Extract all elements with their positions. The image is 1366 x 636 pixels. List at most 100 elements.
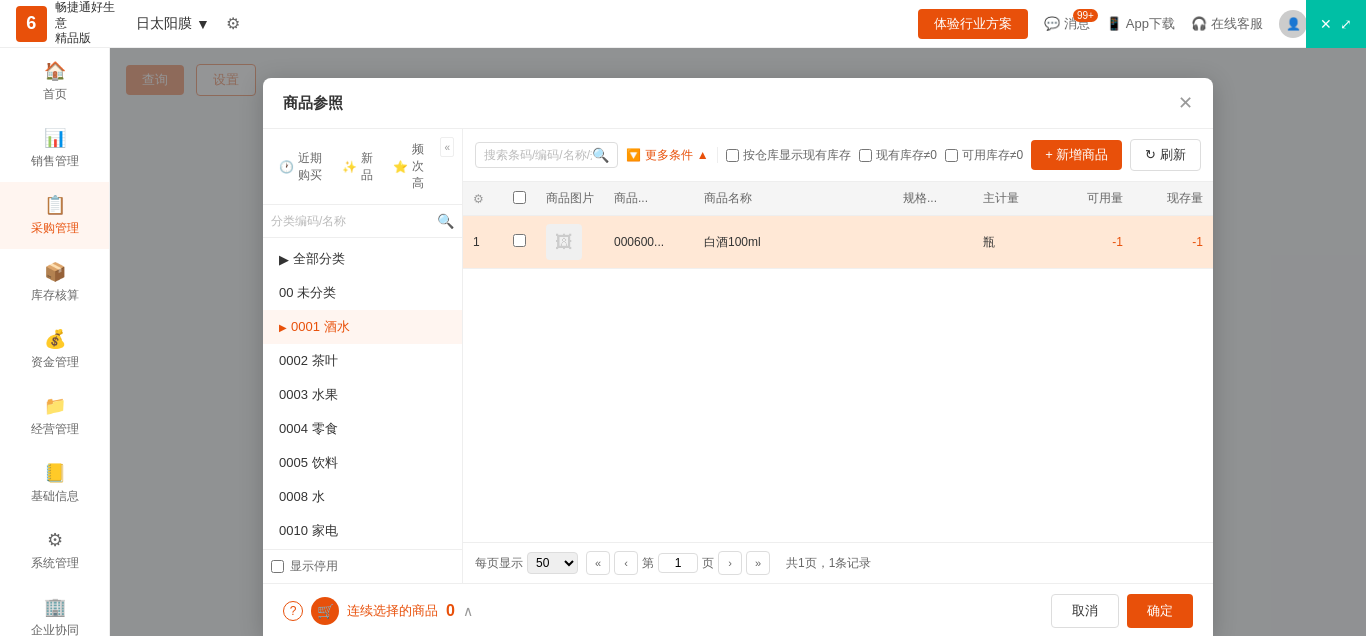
cart-icon[interactable]: 🛒 [311,597,339,625]
row-select-checkbox[interactable] [513,234,526,247]
page-nav: « ‹ 第 页 › » [586,551,770,575]
logo: 6 畅捷通好生意 精品版 [16,0,116,47]
available-stock-input[interactable] [945,149,958,162]
category-item-0002[interactable]: 0002 茶叶 [263,344,462,378]
tab-new[interactable]: ✨ 新品 [334,137,381,196]
category-list: ▶ 全部分类 00 未分类 ▶ 0001 酒水 0002 茶 [263,238,462,549]
store-selector[interactable]: 日太阳膜 ▼ [136,15,214,33]
sidebar-item-home[interactable]: 🏠 首页 [0,48,109,115]
inventory-icon: 📦 [44,261,66,283]
sidebar-label-finance: 资金管理 [31,354,79,371]
sidebar-item-sales[interactable]: 📊 销售管理 [0,115,109,182]
page-word: 第 [642,555,654,572]
online-service[interactable]: 🎧 在线客服 [1191,15,1263,33]
modal-header: 商品参照 ✕ [263,78,1213,129]
available-stock-checkbox[interactable]: 可用库存≠0 [945,147,1023,164]
product-lookup-modal: 商品参照 ✕ 🕐 近期购买 ✨ 新 [263,78,1213,636]
sidebar-item-basic-info[interactable]: 📒 基础信息 [0,450,109,517]
app-download[interactable]: 📱 App下载 [1106,15,1175,33]
th-available[interactable]: 可用量 [1053,182,1133,216]
warehouse-display-label: 按仓库显示现有库存 [743,147,851,164]
th-spec[interactable]: 规格... [893,182,973,216]
filter-label: 更多条件 [645,147,693,164]
tab-recent[interactable]: 🕐 近期购买 [271,137,330,196]
th-stock[interactable]: 现存量 [1133,182,1213,216]
last-page-btn[interactable]: » [746,551,770,575]
sidebar-item-enterprise[interactable]: 🏢 企业协同 [0,584,109,636]
sidebar-item-finance[interactable]: 💰 资金管理 [0,316,109,383]
cart-label: 连续选择的商品 [347,602,438,620]
add-product-button[interactable]: + 新增商品 [1031,140,1122,170]
th-unit[interactable]: 主计量 [973,182,1053,216]
category-item-00[interactable]: 00 未分类 [263,276,462,310]
category-label-0002: 0002 茶叶 [279,352,338,370]
category-item-0005[interactable]: 0005 饮料 [263,446,462,480]
page-number-input[interactable] [658,553,698,573]
settings-icon[interactable]: ⚙ [226,14,240,33]
category-label-0008: 0008 水 [279,488,325,506]
show-disabled-input[interactable] [271,560,284,573]
collapse-button[interactable]: « [440,137,454,157]
cart-collapse-icon[interactable]: ∧ [463,603,473,619]
existing-stock-checkbox[interactable]: 现有库存≠0 [859,147,937,164]
sidebar-label-home: 首页 [43,86,67,103]
logo-icon: 6 [16,6,47,42]
modal-close-button[interactable]: ✕ [1178,92,1193,114]
category-active-arrow: ▶ [279,322,287,333]
sidebar-item-system[interactable]: ⚙ 系统管理 [0,517,109,584]
message-badge: 99+ [1073,9,1098,22]
category-item-0004[interactable]: 0004 零食 [263,412,462,446]
main-layout: 🏠 首页 📊 销售管理 📋 采购管理 📦 库存核算 💰 资金管理 📁 经营管理 … [0,48,1366,636]
message-icon[interactable]: 💬 消息 99+ [1044,15,1090,33]
per-page-select[interactable]: 50 10 20 100 [527,552,578,574]
expand-corner-icon[interactable]: ⤢ [1340,16,1352,32]
basic-info-icon: 📒 [44,462,66,484]
tab-recent-label: 近期购买 [298,150,322,184]
confirm-button[interactable]: 确定 [1127,594,1193,628]
show-disabled-checkbox[interactable]: 显示停用 [271,558,454,575]
refresh-button[interactable]: ↻ 刷新 [1130,139,1201,171]
warehouse-display-checkbox[interactable]: 按仓库显示现有库存 [726,147,851,164]
toolbar-right: + 新增商品 ↻ 刷新 [1031,139,1201,171]
th-name[interactable]: 商品名称 [694,182,893,216]
sidebar-item-purchase[interactable]: 📋 采购管理 [0,182,109,249]
category-item-0001[interactable]: ▶ 0001 酒水 [263,310,462,344]
table-row[interactable]: 1 🖼 000600... 白酒100ml [463,216,1213,269]
category-label-0005: 0005 饮料 [279,454,338,472]
left-tabs: 🕐 近期购买 ✨ 新品 ⭐ 频次高 « [263,129,462,205]
category-label-0010: 0010 家电 [279,522,338,540]
category-item-0003[interactable]: 0003 水果 [263,378,462,412]
row-name: 白酒100ml [694,216,893,269]
category-item-0010[interactable]: 0010 家电 [263,514,462,548]
trial-button[interactable]: 体验行业方案 [918,9,1028,39]
left-panel-search: 🔍 [263,205,462,238]
first-page-btn[interactable]: « [586,551,610,575]
category-item-0008[interactable]: 0008 水 [263,480,462,514]
category-search-input[interactable] [271,214,437,228]
topbar-actions: 体验行业方案 💬 消息 99+ 📱 App下载 🎧 在线客服 👤 徐泽华 [918,9,1350,39]
row-available: -1 [1053,216,1133,269]
help-icon[interactable]: ? [283,601,303,621]
next-page-btn[interactable]: › [718,551,742,575]
product-search-icon[interactable]: 🔍 [592,147,609,163]
select-all-checkbox[interactable] [513,191,526,204]
product-table-wrap: ⚙ 商品图片 商品... 商品名称 规格... [463,182,1213,542]
product-search-input[interactable] [484,148,592,162]
filter-button[interactable]: 🔽 更多条件 ▲ [626,147,709,164]
category-label-0003: 0003 水果 [279,386,338,404]
cancel-button[interactable]: 取消 [1051,594,1119,628]
home-icon: 🏠 [44,60,66,82]
th-code[interactable]: 商品... [604,182,694,216]
topbar: 6 畅捷通好生意 精品版 日太阳膜 ▼ ⚙ 体验行业方案 💬 消息 99+ 📱 … [0,0,1366,48]
sidebar-item-operations[interactable]: 📁 经营管理 [0,383,109,450]
tab-frequent[interactable]: ⭐ 频次高 [385,137,436,196]
existing-stock-input[interactable] [859,149,872,162]
category-item-all[interactable]: ▶ 全部分类 [263,242,462,276]
app-label: App下载 [1126,15,1175,33]
close-corner-icon[interactable]: ✕ [1320,16,1332,32]
category-search-icon[interactable]: 🔍 [437,213,454,229]
prev-page-btn[interactable]: ‹ [614,551,638,575]
sidebar-item-inventory[interactable]: 📦 库存核算 [0,249,109,316]
warehouse-display-input[interactable] [726,149,739,162]
table-settings-icon[interactable]: ⚙ [473,192,484,206]
